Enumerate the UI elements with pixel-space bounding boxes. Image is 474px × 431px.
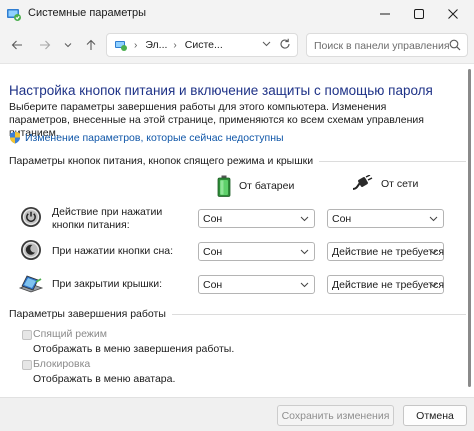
- lock-checkbox[interactable]: [22, 360, 32, 370]
- select-value: Сон: [332, 213, 352, 225]
- battery-column-header: От батареи: [217, 175, 294, 197]
- control-panel-icon: [7, 9, 21, 21]
- scrollbar-thumb[interactable]: [468, 69, 471, 387]
- chevron-down-icon: [262, 41, 271, 47]
- breadcrumb-item[interactable]: Систе...: [185, 39, 223, 51]
- change-settings-link[interactable]: Изменение параметров, которые сейчас нед…: [25, 132, 284, 144]
- sleep-button-action-label: При нажатии кнопки сна:: [52, 245, 173, 257]
- chevron-down-icon: [429, 282, 438, 288]
- lid-close-battery-select[interactable]: Сон: [198, 275, 315, 294]
- minimize-icon: [380, 13, 390, 15]
- vertical-scrollbar[interactable]: [466, 65, 474, 397]
- laptop-lid-icon: [18, 275, 44, 293]
- save-changes-button[interactable]: Сохранить изменения: [277, 405, 394, 426]
- breadcrumb-separator-icon: ›: [134, 39, 138, 51]
- refresh-icon: [280, 38, 290, 49]
- section-divider: [171, 313, 474, 315]
- main-content: Настройка кнопок питания и включение защ…: [0, 65, 474, 397]
- cancel-button[interactable]: Отмена: [403, 405, 467, 426]
- page-title: Настройка кнопок питания и включение защ…: [9, 83, 433, 98]
- search-icon: [449, 39, 461, 51]
- sleep-button-plugged-in-select[interactable]: Действие не требуется: [327, 242, 444, 261]
- lid-close-plugged-in-select[interactable]: Действие не требуется: [327, 275, 444, 294]
- power-button-plugged-in-select[interactable]: Сон: [327, 209, 444, 228]
- lid-close-action-label: При закрытии крышки:: [52, 278, 163, 290]
- recent-locations-button[interactable]: [60, 37, 76, 53]
- chevron-down-icon: [300, 216, 309, 222]
- power-button-action-label: Действие при нажатии кнопки питания:: [52, 206, 163, 231]
- section-divider: [319, 160, 470, 162]
- address-bar[interactable]: › Эл... › Систе...: [106, 33, 298, 57]
- power-button-battery-select[interactable]: Сон: [198, 209, 315, 228]
- plugged-in-column-label: От сети: [381, 178, 419, 190]
- chevron-down-icon: [300, 249, 309, 255]
- minimize-button[interactable]: [368, 0, 402, 28]
- select-value: Действие не требуется: [332, 246, 445, 258]
- close-icon: [448, 9, 458, 19]
- battery-column-label: От батареи: [239, 180, 295, 192]
- up-button[interactable]: [83, 37, 99, 53]
- change-settings-link-row[interactable]: Изменение параметров, которые сейчас нед…: [9, 131, 284, 144]
- arrow-left-icon: [11, 40, 22, 50]
- battery-icon: [217, 175, 231, 197]
- footer-bar: Сохранить изменения Отмена: [0, 397, 474, 431]
- section-title: Параметры кнопок питания, кнопок спящего…: [9, 155, 314, 167]
- address-dropdown-button[interactable]: [262, 39, 271, 50]
- breadcrumb-item[interactable]: Эл...: [145, 39, 167, 51]
- search-placeholder: Поиск в панели управления: [314, 40, 450, 52]
- forward-button[interactable]: [37, 37, 53, 53]
- sleep-button-battery-select[interactable]: Сон: [198, 242, 315, 261]
- select-value: Сон: [203, 246, 223, 258]
- maximize-button[interactable]: [402, 0, 436, 28]
- lock-label: Блокировка: [33, 358, 91, 370]
- plugged-in-column-header: От сети: [351, 175, 418, 193]
- lock-description: Отображать в меню аватара.: [33, 373, 176, 385]
- uac-shield-icon: [10, 131, 20, 144]
- chevron-down-icon: [64, 43, 72, 48]
- title-bar: Системные параметры: [0, 0, 474, 28]
- refresh-button[interactable]: [279, 38, 291, 53]
- close-button[interactable]: [436, 0, 470, 28]
- power-button-icon: [21, 207, 41, 227]
- chevron-down-icon: [300, 282, 309, 288]
- window-title: Системные параметры: [28, 7, 147, 19]
- back-button[interactable]: [9, 37, 25, 53]
- control-panel-icon: [115, 41, 127, 51]
- arrow-up-icon: [86, 39, 96, 50]
- breadcrumb-separator-icon: ›: [173, 39, 177, 51]
- hibernate-label: Спящий режим: [33, 328, 107, 340]
- select-value: Сон: [203, 279, 223, 291]
- select-value: Сон: [203, 213, 223, 225]
- navigation-bar: › Эл... › Систе... Поиск в панели управл…: [0, 28, 474, 64]
- hibernate-description: Отображать в меню завершения работы.: [33, 343, 235, 355]
- maximize-icon: [414, 9, 424, 19]
- sleep-button-icon: [21, 240, 41, 260]
- section-title: Параметры завершения работы: [9, 308, 166, 320]
- chevron-down-icon: [429, 249, 438, 255]
- power-buttons-section-header: Параметры кнопок питания, кнопок спящего…: [9, 155, 470, 167]
- hibernate-checkbox[interactable]: [22, 330, 32, 340]
- power-plug-icon: [352, 175, 373, 190]
- arrow-right-icon: [40, 40, 51, 50]
- chevron-down-icon: [429, 216, 438, 222]
- shutdown-settings-section-header: Параметры завершения работы: [9, 308, 474, 320]
- select-value: Действие не требуется: [332, 279, 445, 291]
- search-box[interactable]: Поиск в панели управления: [306, 33, 468, 57]
